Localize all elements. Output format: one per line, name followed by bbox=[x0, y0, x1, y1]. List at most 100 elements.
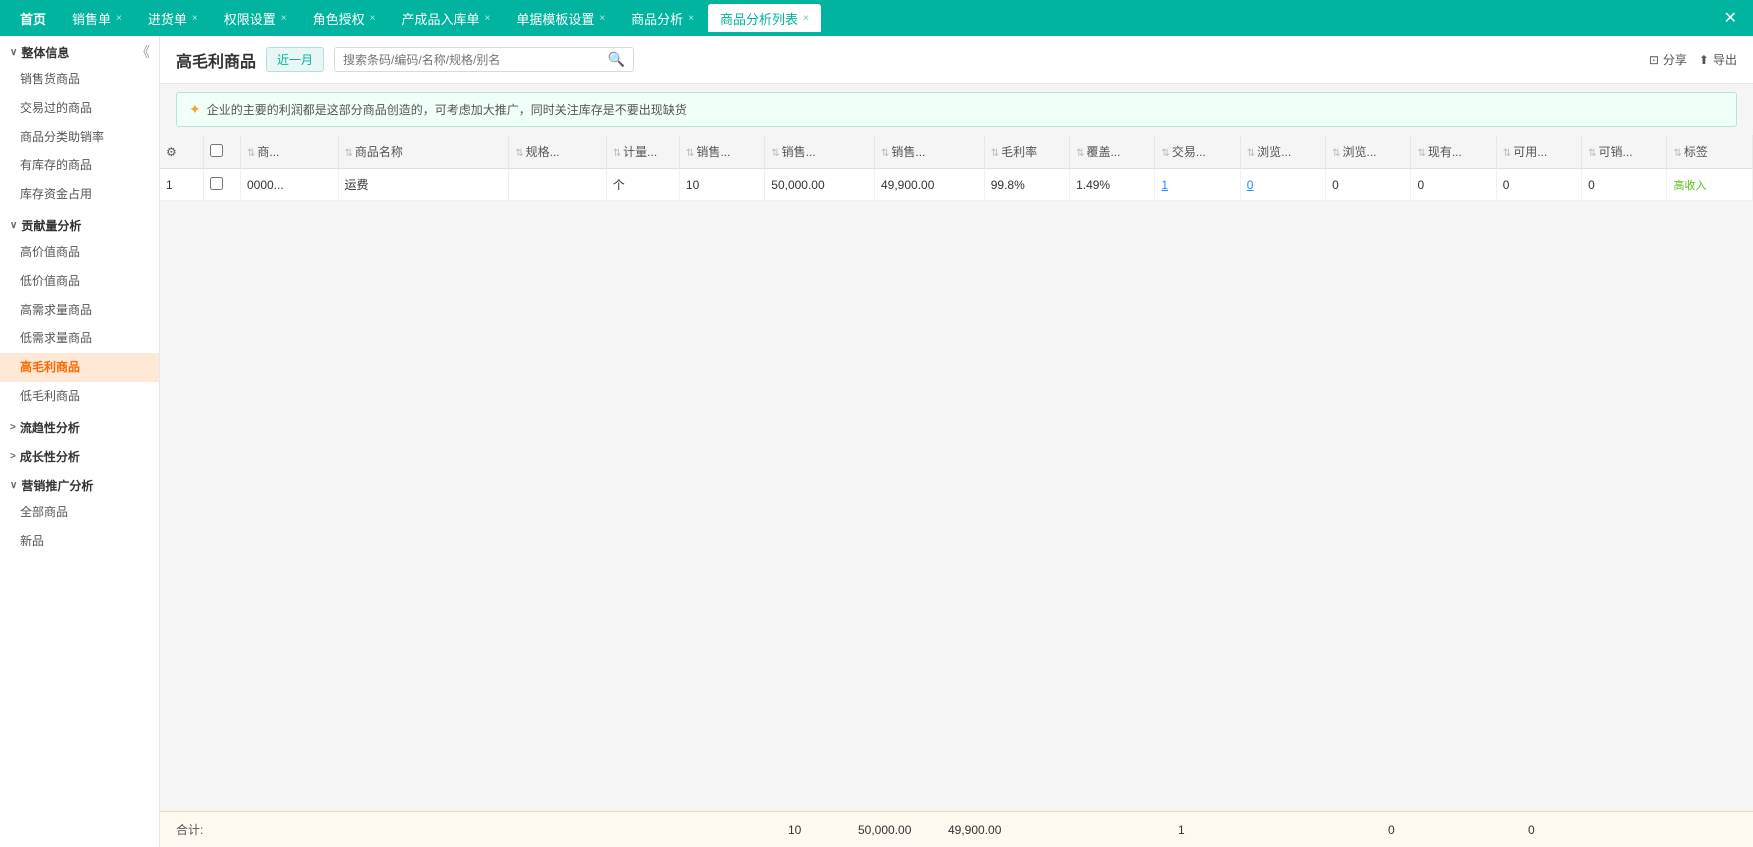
nav-tab-close-icon[interactable]: × bbox=[803, 13, 809, 24]
page-title: 高毛利商品 bbox=[176, 48, 256, 72]
col-header-stock-avail[interactable]: ⇅可用... bbox=[1496, 135, 1581, 169]
col-header-spec[interactable]: ⇅规格... bbox=[509, 135, 607, 169]
row-num: 1 bbox=[160, 169, 204, 201]
row-select-checkbox[interactable] bbox=[210, 177, 223, 190]
footer-cells: 1050,000.0049,900.00100 bbox=[356, 823, 1737, 837]
col-label: 浏览... bbox=[1343, 145, 1377, 159]
sidebar-item-high-demand[interactable]: 高需求量商品 bbox=[0, 296, 159, 325]
nav-tab-product-analysis[interactable]: 商品分析 × bbox=[619, 4, 706, 32]
table-header-row: ⚙⇅商...⇅商品名称⇅规格...⇅计量...⇅销售...⇅销售...⇅销售..… bbox=[160, 135, 1753, 169]
sidebar-item-low-demand[interactable]: 低需求量商品 bbox=[0, 324, 159, 353]
col-label: 毛利率 bbox=[1001, 145, 1037, 159]
export-button[interactable]: ⬆ 导出 bbox=[1699, 51, 1737, 68]
nav-tab-close-icon[interactable]: × bbox=[484, 13, 490, 24]
col-header-stock-sale[interactable]: ⇅可销... bbox=[1582, 135, 1667, 169]
sidebar-group-marketing-analysis[interactable]: ∨营销推广分析 bbox=[0, 469, 159, 498]
sidebar-item-new-goods[interactable]: 新品 bbox=[0, 527, 159, 556]
sort-icon: ⇅ bbox=[771, 148, 779, 159]
sidebar-item-high-value[interactable]: 高价值商品 bbox=[0, 238, 159, 267]
col-header-browse1[interactable]: ⇅浏览... bbox=[1240, 135, 1325, 169]
sidebar-item-stock-ratio[interactable]: 库存资金占用 bbox=[0, 180, 159, 209]
col-header-name[interactable]: ⇅商品名称 bbox=[338, 135, 509, 169]
sidebar-item-goods-contribution[interactable]: 商品分类助销率 bbox=[0, 123, 159, 152]
top-nav: 首页销售单×进货单×权限设置×角色授权×产成品入库单×单据模板设置×商品分析×商… bbox=[0, 0, 1753, 36]
nav-tab-close-icon[interactable]: × bbox=[281, 13, 287, 24]
nav-tab-product-inbound[interactable]: 产成品入库单× bbox=[389, 4, 502, 32]
footer-stock-cur: 0 bbox=[1382, 823, 1452, 837]
sidebar-item-low-margin[interactable]: 低毛利商品 bbox=[0, 382, 159, 411]
settings-icon[interactable]: ⚙ bbox=[166, 145, 177, 159]
nav-tab-close-icon[interactable]: × bbox=[688, 13, 694, 24]
share-icon: ⊡ bbox=[1649, 53, 1659, 67]
nav-tab-purchase-order[interactable]: 进货单× bbox=[136, 4, 210, 32]
nav-tab-label: 销售单 bbox=[72, 9, 111, 28]
col-header-sales-amt[interactable]: ⇅销售... bbox=[765, 135, 875, 169]
col-header-num[interactable]: ⚙ bbox=[160, 135, 204, 169]
search-icon[interactable]: 🔍 bbox=[608, 51, 625, 68]
sidebar-group-trend-analysis[interactable]: >流趋性分析 bbox=[0, 411, 159, 440]
sidebar-item-sales-goods[interactable]: 销售货商品 bbox=[0, 65, 159, 94]
col-header-gross-rate[interactable]: ⇅毛利率 bbox=[984, 135, 1069, 169]
nav-tab-close-icon[interactable]: × bbox=[370, 13, 376, 24]
nav-tab-order-template[interactable]: 单据模板设置× bbox=[504, 4, 617, 32]
sort-icon: ⇅ bbox=[1417, 148, 1425, 159]
sidebar-item-low-value[interactable]: 低价值商品 bbox=[0, 267, 159, 296]
sidebar-group-financial-analysis[interactable]: ∨ 贡献量分析 bbox=[0, 209, 159, 238]
row-checkbox[interactable] bbox=[204, 169, 241, 201]
row-browse1-link[interactable]: 0 bbox=[1247, 178, 1254, 192]
col-header-sales-cost[interactable]: ⇅销售... bbox=[875, 135, 985, 169]
sidebar-group-growth-analysis[interactable]: >成长性分析 bbox=[0, 440, 159, 469]
select-all-checkbox[interactable] bbox=[210, 144, 223, 157]
col-header-trade[interactable]: ⇅交易... bbox=[1155, 135, 1240, 169]
nav-tab-close-icon[interactable]: × bbox=[599, 13, 605, 24]
col-header-unit[interactable]: ⇅计量... bbox=[606, 135, 679, 169]
filter-month-button[interactable]: 近一月 bbox=[266, 47, 324, 72]
nav-tab-label: 角色授权 bbox=[313, 9, 365, 28]
nav-tab-label: 商品分析 bbox=[631, 9, 683, 28]
nav-tab-close-icon[interactable]: × bbox=[116, 13, 122, 24]
row-stock-cur: 0 bbox=[1411, 169, 1496, 201]
col-label: 销售... bbox=[891, 145, 925, 159]
sidebar-item-high-margin[interactable]: 高毛利商品 bbox=[0, 353, 159, 382]
share-button[interactable]: ⊡ 分享 bbox=[1649, 51, 1687, 68]
sidebar-item-stocked-goods[interactable]: 有库存的商品 bbox=[0, 151, 159, 180]
row-trade[interactable]: 1 bbox=[1155, 169, 1240, 201]
nav-tab-label: 商品分析列表 bbox=[720, 9, 798, 28]
nav-tab-product-analysis-list[interactable]: 商品分析列表 × bbox=[708, 4, 821, 32]
sidebar-collapse-button[interactable]: 《 bbox=[133, 42, 153, 62]
nav-tab-role-permission[interactable]: 角色授权 × bbox=[301, 4, 388, 32]
col-header-code[interactable]: ⇅商... bbox=[240, 135, 338, 169]
sidebar-item-traded-goods[interactable]: 交易过的商品 bbox=[0, 94, 159, 123]
sidebar-group-label: 贡献量分析 bbox=[21, 217, 81, 234]
nav-tab-permission-settings[interactable]: 权限设置× bbox=[212, 4, 299, 32]
nav-tab-home[interactable]: 首页 bbox=[8, 4, 58, 32]
col-label: 销售... bbox=[782, 145, 816, 159]
sort-icon: ⇅ bbox=[1503, 148, 1511, 159]
row-browse1[interactable]: 0 bbox=[1240, 169, 1325, 201]
nav-tab-sales-order[interactable]: 销售单 × bbox=[60, 4, 134, 32]
sidebar-group-label: 流趋性分析 bbox=[20, 419, 80, 436]
sidebar-group-label: 营销推广分析 bbox=[21, 477, 93, 494]
col-header-tag[interactable]: ⇅标签 bbox=[1667, 135, 1753, 169]
sidebar-group-label: 整体信息 bbox=[21, 44, 69, 61]
sidebar-item-all-goods[interactable]: 全部商品 bbox=[0, 498, 159, 527]
footer-trade: 1 bbox=[1172, 823, 1242, 837]
sort-icon: ⇅ bbox=[1588, 148, 1596, 159]
row-stock-sale: 0 bbox=[1582, 169, 1667, 201]
nav-tab-close-icon[interactable]: × bbox=[192, 13, 198, 24]
col-header-stock-cur[interactable]: ⇅现有... bbox=[1411, 135, 1496, 169]
col-header-cover[interactable]: ⇅覆盖... bbox=[1070, 135, 1155, 169]
sort-icon: ⇅ bbox=[1247, 148, 1255, 159]
close-all-button[interactable]: ✕ bbox=[1716, 8, 1745, 28]
row-trade-link[interactable]: 1 bbox=[1161, 178, 1168, 192]
col-header-browse2[interactable]: ⇅浏览... bbox=[1326, 135, 1411, 169]
col-header-check[interactable] bbox=[204, 135, 241, 169]
table-container[interactable]: ⚙⇅商...⇅商品名称⇅规格...⇅计量...⇅销售...⇅销售...⇅销售..… bbox=[160, 135, 1753, 811]
col-header-sales-qty[interactable]: ⇅销售... bbox=[679, 135, 764, 169]
info-banner: ✦ 企业的主要的利润都是这部分商品创造的，可考虑加大推广，同时关注库存是不要出现… bbox=[176, 92, 1737, 127]
search-input[interactable] bbox=[343, 53, 603, 67]
export-icon: ⬆ bbox=[1699, 53, 1709, 67]
sort-icon: ⇅ bbox=[881, 148, 889, 159]
col-label: 现有... bbox=[1428, 145, 1462, 159]
sidebar-group-arrow: ∨ bbox=[10, 220, 17, 231]
